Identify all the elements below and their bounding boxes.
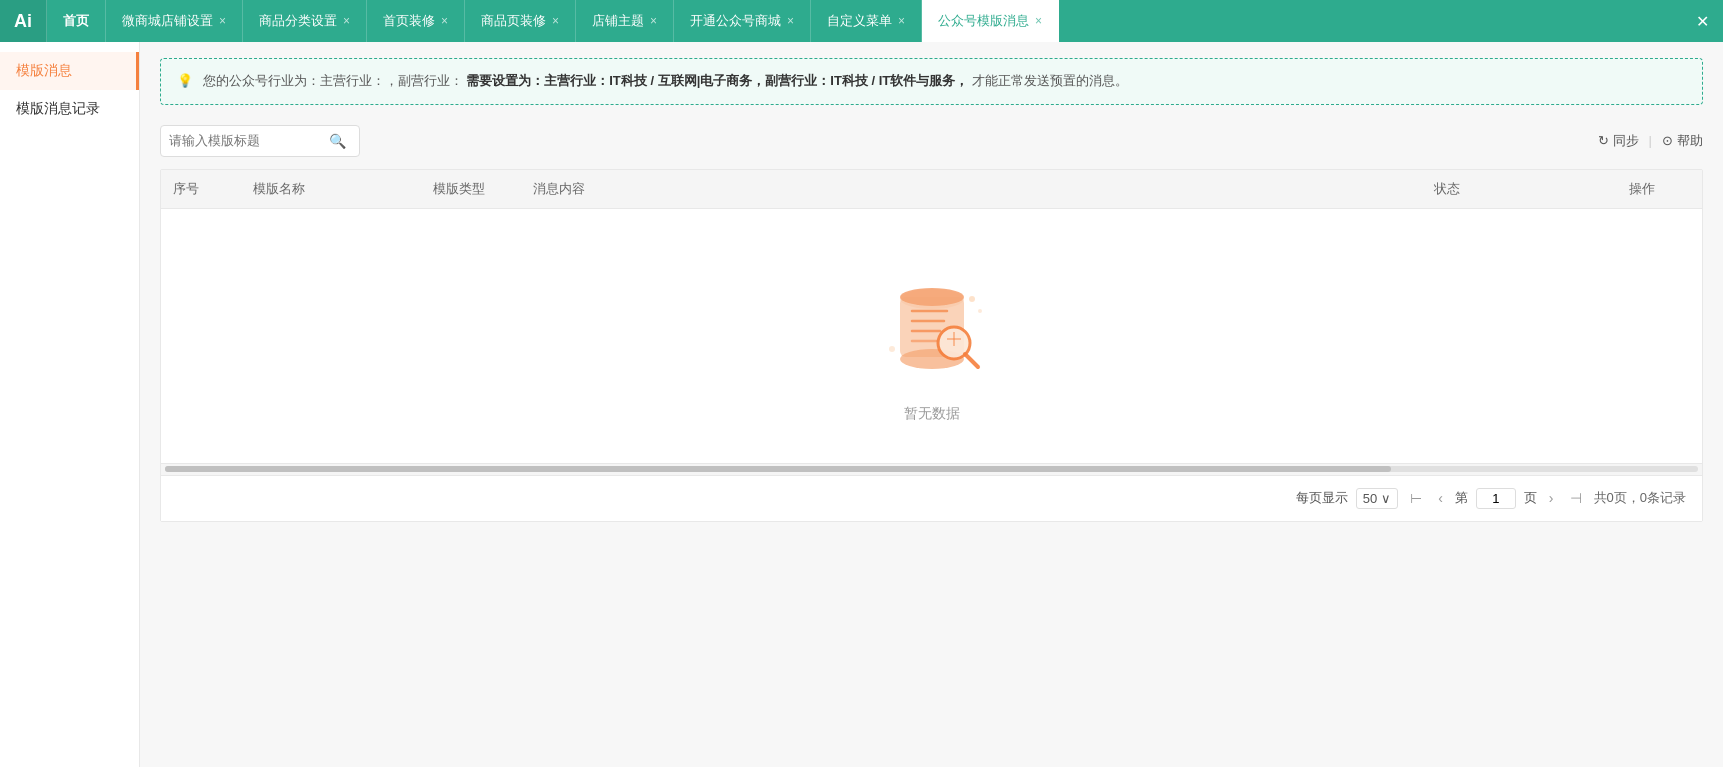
nav-tab-template-msg-label: 公众号模版消息: [938, 12, 1029, 30]
page-size-dropdown-icon: ∨: [1381, 491, 1391, 506]
actions-divider: |: [1649, 133, 1652, 148]
th-content: 消息内容: [521, 170, 1422, 208]
page-label-post: 页: [1524, 489, 1537, 507]
prev-page-button[interactable]: ‹: [1434, 488, 1447, 508]
sidebar-item-template-msg-label: 模版消息: [16, 62, 72, 78]
search-icon[interactable]: 🔍: [329, 133, 346, 149]
sidebar-item-template-msg-record[interactable]: 模版消息记录: [0, 90, 139, 128]
nav-tab-wshop-close[interactable]: ×: [219, 14, 226, 28]
nav-tab-home[interactable]: 首页: [47, 0, 106, 42]
nav-tab-wshop-setting[interactable]: 微商城店铺设置 ×: [106, 0, 243, 42]
nav-tab-category[interactable]: 商品分类设置 ×: [243, 0, 367, 42]
nav-tab-custom-menu[interactable]: 自定义菜单 ×: [811, 0, 922, 42]
svg-point-14: [889, 346, 895, 352]
notice-icon: 💡: [177, 73, 193, 88]
th-name: 模版名称: [241, 170, 421, 208]
search-input-wrap[interactable]: 🔍: [160, 125, 360, 157]
next-page-button[interactable]: ›: [1545, 488, 1558, 508]
nav-tab-open-mall[interactable]: 开通公众号商城 ×: [674, 0, 811, 42]
nav-tab-home-label: 首页: [63, 12, 89, 30]
empty-state: 暂无数据: [161, 209, 1702, 463]
main-layout: 模版消息 模版消息记录 💡 您的公众号行业为：主营行业：，副营行业： 需要设置为…: [0, 42, 1723, 767]
page-number-input[interactable]: [1476, 488, 1516, 509]
page-label-pre: 第: [1455, 489, 1468, 507]
nav-tab-home-decor-close[interactable]: ×: [441, 14, 448, 28]
nav-tab-wshop-label: 微商城店铺设置: [122, 12, 213, 30]
help-label: 帮助: [1677, 132, 1703, 150]
sync-icon: ↻: [1598, 133, 1609, 148]
scrollbar-thumb[interactable]: [165, 466, 1391, 472]
top-nav: Ai 首页 微商城店铺设置 × 商品分类设置 × 首页装修 × 商品页装修 × …: [0, 0, 1723, 42]
nav-tab-product-decor-close[interactable]: ×: [552, 14, 559, 28]
nav-tab-category-label: 商品分类设置: [259, 12, 337, 30]
nav-tab-home-decor-label: 首页装修: [383, 12, 435, 30]
help-button[interactable]: ⊙ 帮助: [1662, 132, 1703, 150]
nav-tab-category-close[interactable]: ×: [343, 14, 350, 28]
nav-tab-product-decor[interactable]: 商品页装修 ×: [465, 0, 576, 42]
page-size-label: 每页显示: [1296, 489, 1348, 507]
th-type: 模版类型: [421, 170, 521, 208]
table-container: 序号 模版名称 模版类型 消息内容 状态 操作: [160, 169, 1703, 522]
nav-tab-shop-theme-label: 店铺主题: [592, 12, 644, 30]
nav-tab-template-msg-close[interactable]: ×: [1035, 14, 1042, 28]
main-content: 💡 您的公众号行业为：主营行业：，副营行业： 需要设置为：主营行业：IT科技 /…: [140, 42, 1723, 767]
notice-text-suffix: 才能正常发送预置的消息。: [972, 73, 1128, 88]
nav-tab-open-mall-label: 开通公众号商城: [690, 12, 781, 30]
scrollbar-track[interactable]: [165, 466, 1698, 472]
svg-point-13: [978, 309, 982, 313]
svg-point-3: [900, 288, 964, 306]
close-all-button[interactable]: ✕: [1682, 12, 1723, 31]
total-info: 共0页，0条记录: [1594, 489, 1686, 507]
nav-tab-custom-menu-label: 自定义菜单: [827, 12, 892, 30]
svg-line-9: [965, 354, 978, 367]
notice-box: 💡 您的公众号行业为：主营行业：，副营行业： 需要设置为：主营行业：IT科技 /…: [160, 58, 1703, 105]
sidebar-item-template-msg[interactable]: 模版消息: [0, 52, 139, 90]
th-status: 状态: [1422, 170, 1582, 208]
search-bar: 🔍 ↻ 同步 | ⊙ 帮助: [160, 125, 1703, 157]
svg-point-12: [969, 296, 975, 302]
nav-tab-shop-theme[interactable]: 店铺主题 ×: [576, 0, 674, 42]
th-action: 操作: [1582, 170, 1702, 208]
app-logo: Ai: [0, 0, 47, 42]
th-seq: 序号: [161, 170, 241, 208]
empty-illustration: [872, 269, 992, 389]
page-size-value: 50: [1363, 491, 1377, 506]
pagination: 每页显示 50 ∨ ⊢ ‹ 第 页 › ⊣ 共0页，0条记录: [161, 475, 1702, 521]
sync-label: 同步: [1613, 132, 1639, 150]
notice-text-prefix: 您的公众号行业为：主营行业：，副营行业：: [203, 73, 463, 88]
last-page-button[interactable]: ⊣: [1566, 488, 1586, 508]
nav-tab-home-decor[interactable]: 首页装修 ×: [367, 0, 465, 42]
first-page-button[interactable]: ⊢: [1406, 488, 1426, 508]
nav-tab-template-msg[interactable]: 公众号模版消息 ×: [922, 0, 1059, 42]
page-size-select[interactable]: 50 ∨: [1356, 488, 1398, 509]
sync-button[interactable]: ↻ 同步: [1598, 132, 1639, 150]
nav-tab-open-mall-close[interactable]: ×: [787, 14, 794, 28]
nav-tab-product-decor-label: 商品页装修: [481, 12, 546, 30]
nav-tab-shop-theme-close[interactable]: ×: [650, 14, 657, 28]
table-header: 序号 模版名称 模版类型 消息内容 状态 操作: [161, 170, 1702, 209]
nav-tab-custom-menu-close[interactable]: ×: [898, 14, 905, 28]
scrollbar-area[interactable]: [161, 463, 1702, 475]
search-input[interactable]: [169, 133, 329, 148]
help-icon: ⊙: [1662, 133, 1673, 148]
notice-highlight: 需要设置为：主营行业：IT科技 / 互联网|电子商务，副营行业：IT科技 / I…: [466, 73, 968, 88]
sidebar: 模版消息 模版消息记录: [0, 42, 140, 767]
search-actions: ↻ 同步 | ⊙ 帮助: [1598, 132, 1703, 150]
sidebar-item-template-msg-record-label: 模版消息记录: [16, 100, 100, 116]
empty-text: 暂无数据: [904, 405, 960, 423]
